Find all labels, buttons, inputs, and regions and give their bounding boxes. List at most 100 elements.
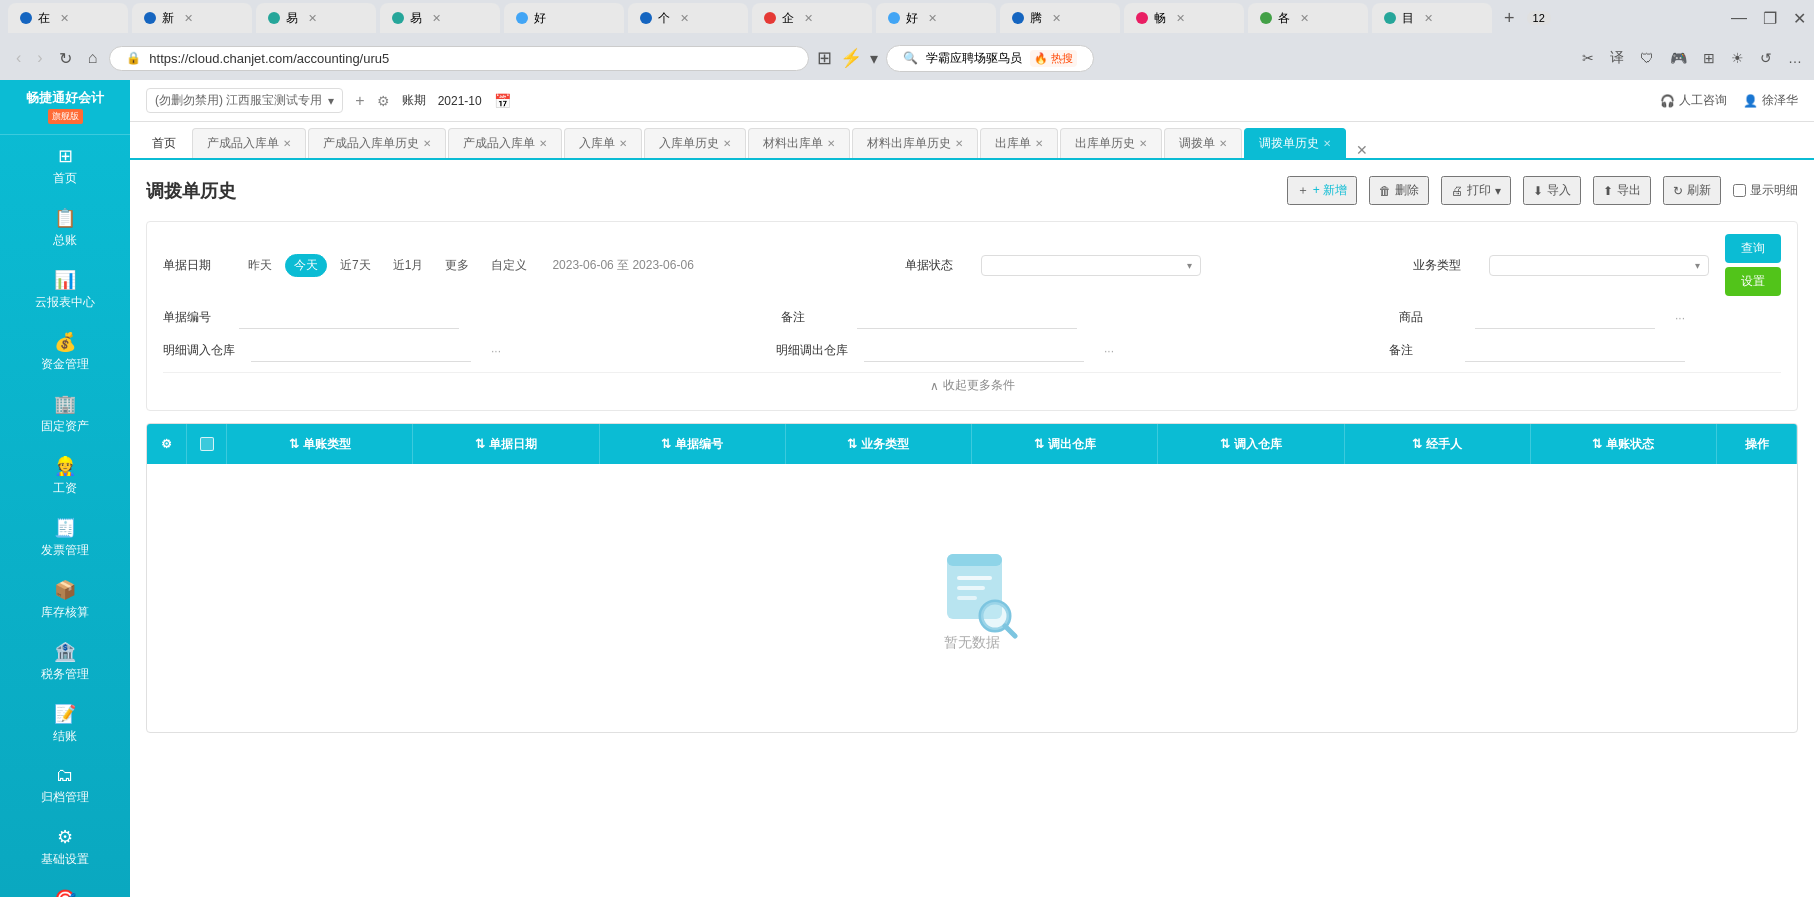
maximize-icon[interactable]: ❐	[1763, 9, 1777, 28]
tab-close-page-1[interactable]: ✕	[283, 138, 291, 149]
th-in-warehouse[interactable]: ⇅ 调入仓库	[1158, 424, 1344, 464]
add-tab-button[interactable]: +	[1496, 8, 1523, 29]
out-warehouse-dots[interactable]: ···	[1104, 344, 1114, 358]
browser-tab-6[interactable]: 企 ✕	[752, 3, 872, 33]
refresh-page-button[interactable]: ↻ 刷新	[1663, 176, 1721, 205]
user-info[interactable]: 👤 徐泽华	[1743, 92, 1798, 109]
browser-tab-7[interactable]: 好 ✕	[876, 3, 996, 33]
th-doc-type[interactable]: ⇅ 单账类型	[227, 424, 413, 464]
browser-search-bar[interactable]: 🔍 学霸应聘场驱鸟员 🔥 热搜	[886, 45, 1094, 72]
date-btn-1month[interactable]: 近1月	[384, 254, 433, 277]
period-value[interactable]: 2021-10	[438, 94, 482, 108]
biz-type-filter-select[interactable]: ▾	[1489, 255, 1709, 276]
query-button[interactable]: 查询	[1725, 234, 1781, 263]
th-out-warehouse[interactable]: ⇅ 调出仓库	[972, 424, 1158, 464]
th-doc-num[interactable]: ⇅ 单据编号	[600, 424, 786, 464]
date-btn-today[interactable]: 今天	[285, 254, 327, 277]
remark-input[interactable]	[857, 306, 1077, 329]
shield-icon[interactable]: 🛡	[1640, 50, 1654, 66]
out-warehouse-input[interactable]	[864, 339, 1084, 362]
tab-close-7[interactable]: ✕	[928, 12, 937, 25]
browser-tab-9[interactable]: 畅 ✕	[1124, 3, 1244, 33]
in-warehouse-input[interactable]	[251, 339, 471, 362]
tab-close-6[interactable]: ✕	[804, 12, 813, 25]
tab-page-8[interactable]: 出库单 ✕	[980, 128, 1058, 158]
collapse-button[interactable]: ∧ 收起更多条件	[163, 372, 1781, 398]
th-checkbox[interactable]	[187, 424, 227, 464]
date-btn-7days[interactable]: 近7天	[331, 254, 380, 277]
tab-page-11[interactable]: 调拨单历史 ✕	[1244, 128, 1346, 158]
back-button[interactable]: ‹	[12, 45, 25, 71]
date-btn-more[interactable]: 更多	[436, 254, 478, 277]
tab-close-page-7[interactable]: ✕	[955, 138, 963, 149]
home-button[interactable]: ⌂	[84, 45, 102, 71]
in-warehouse-dots[interactable]: ···	[491, 344, 501, 358]
company-selector[interactable]: (勿删勿禁用) 江西服宝测试专用 ▾	[146, 88, 343, 113]
minimize-icon[interactable]: —	[1731, 9, 1747, 27]
more-icon[interactable]: …	[1788, 50, 1802, 66]
sidebar-item-invoice[interactable]: 🧾 发票管理	[0, 507, 130, 569]
status-filter-select[interactable]: ▾	[981, 255, 1201, 276]
grid-icon[interactable]: ⊞	[817, 47, 832, 69]
tab-page-10[interactable]: 调拨单 ✕	[1164, 128, 1242, 158]
tab-page-3[interactable]: 产成品入库单 ✕	[448, 128, 562, 158]
sidebar-item-home[interactable]: ⊞ 首页	[0, 135, 130, 197]
tab-page-4[interactable]: 入库单 ✕	[564, 128, 642, 158]
tab-close-1[interactable]: ✕	[184, 12, 193, 25]
th-doc-status[interactable]: ⇅ 单账状态	[1531, 424, 1717, 464]
browser-tab-3[interactable]: 易 ✕	[380, 3, 500, 33]
sidebar-item-archive[interactable]: 🗂 归档管理	[0, 755, 130, 816]
import-button[interactable]: ⬇ 导入	[1523, 176, 1581, 205]
doc-num-input[interactable]	[239, 306, 459, 329]
print-button[interactable]: 🖨 打印 ▾	[1441, 176, 1511, 205]
date-btn-yesterday[interactable]: 昨天	[239, 254, 281, 277]
tab-page-6[interactable]: 材料出库单 ✕	[748, 128, 850, 158]
tab-page-9[interactable]: 出库单历史 ✕	[1060, 128, 1162, 158]
tab-home[interactable]: 首页	[138, 129, 190, 158]
lightning-icon[interactable]: ⚡	[840, 47, 862, 69]
add-button[interactable]: ＋ + 新增	[1287, 176, 1357, 205]
browser-tab-2[interactable]: 易 ✕	[256, 3, 376, 33]
browser-tab-5[interactable]: 个 ✕	[628, 3, 748, 33]
sidebar-item-fund[interactable]: 💰 资金管理	[0, 321, 130, 383]
tab-close-8[interactable]: ✕	[1052, 12, 1061, 25]
tab-page-2[interactable]: 产成品入库单历史 ✕	[308, 128, 446, 158]
translate-icon[interactable]: 译	[1610, 49, 1624, 67]
tab-close-page-9[interactable]: ✕	[1139, 138, 1147, 149]
browser-tab-8[interactable]: 腾 ✕	[1000, 3, 1120, 33]
sidebar-item-assets[interactable]: 🏢 固定资产	[0, 383, 130, 445]
delete-button[interactable]: 🗑 删除	[1369, 176, 1429, 205]
scissors-icon[interactable]: ✂	[1582, 50, 1594, 66]
game-icon[interactable]: 🎮	[1670, 50, 1687, 66]
extra-remark-input[interactable]	[1465, 339, 1685, 362]
tab-close-page-8[interactable]: ✕	[1035, 138, 1043, 149]
sidebar-item-guide[interactable]: 🎯 新手引导	[0, 878, 130, 897]
sidebar-item-inventory[interactable]: 📦 库存核算	[0, 569, 130, 631]
add-company-button[interactable]: +	[355, 92, 364, 110]
tab-page-1[interactable]: 产成品入库单 ✕	[192, 128, 306, 158]
close-all-tabs-icon[interactable]: ✕	[1356, 142, 1368, 158]
tab-page-5[interactable]: 入库单历史 ✕	[644, 128, 746, 158]
tab-close-2[interactable]: ✕	[308, 12, 317, 25]
address-bar[interactable]: 🔒 https://cloud.chanjet.com/accounting/u…	[109, 46, 809, 71]
show-compact-toggle[interactable]: 显示明细	[1733, 182, 1798, 199]
th-handler[interactable]: ⇅ 经手人	[1345, 424, 1531, 464]
th-biz-type[interactable]: ⇅ 业务类型	[786, 424, 972, 464]
tab-close-page-10[interactable]: ✕	[1219, 138, 1227, 149]
select-all-checkbox[interactable]	[200, 437, 214, 451]
goods-input[interactable]	[1475, 306, 1655, 329]
tab-close-page-5[interactable]: ✕	[723, 138, 731, 149]
tab-close-10[interactable]: ✕	[1300, 12, 1309, 25]
tab-close-page-2[interactable]: ✕	[423, 138, 431, 149]
tab-close-5[interactable]: ✕	[680, 12, 689, 25]
tab-close-3[interactable]: ✕	[432, 12, 441, 25]
tab-close-page-3[interactable]: ✕	[539, 138, 547, 149]
refresh-browser-button[interactable]: ↻	[55, 45, 76, 72]
date-btn-custom[interactable]: 自定义	[482, 254, 536, 277]
export-button[interactable]: ⬆ 导出	[1593, 176, 1651, 205]
tab-close-page-4[interactable]: ✕	[619, 138, 627, 149]
close-window-icon[interactable]: ✕	[1793, 9, 1806, 28]
dropdown-icon[interactable]: ▾	[870, 49, 878, 68]
sidebar-item-reports[interactable]: 📊 云报表中心	[0, 259, 130, 321]
theme-icon[interactable]: ☀	[1731, 50, 1744, 66]
